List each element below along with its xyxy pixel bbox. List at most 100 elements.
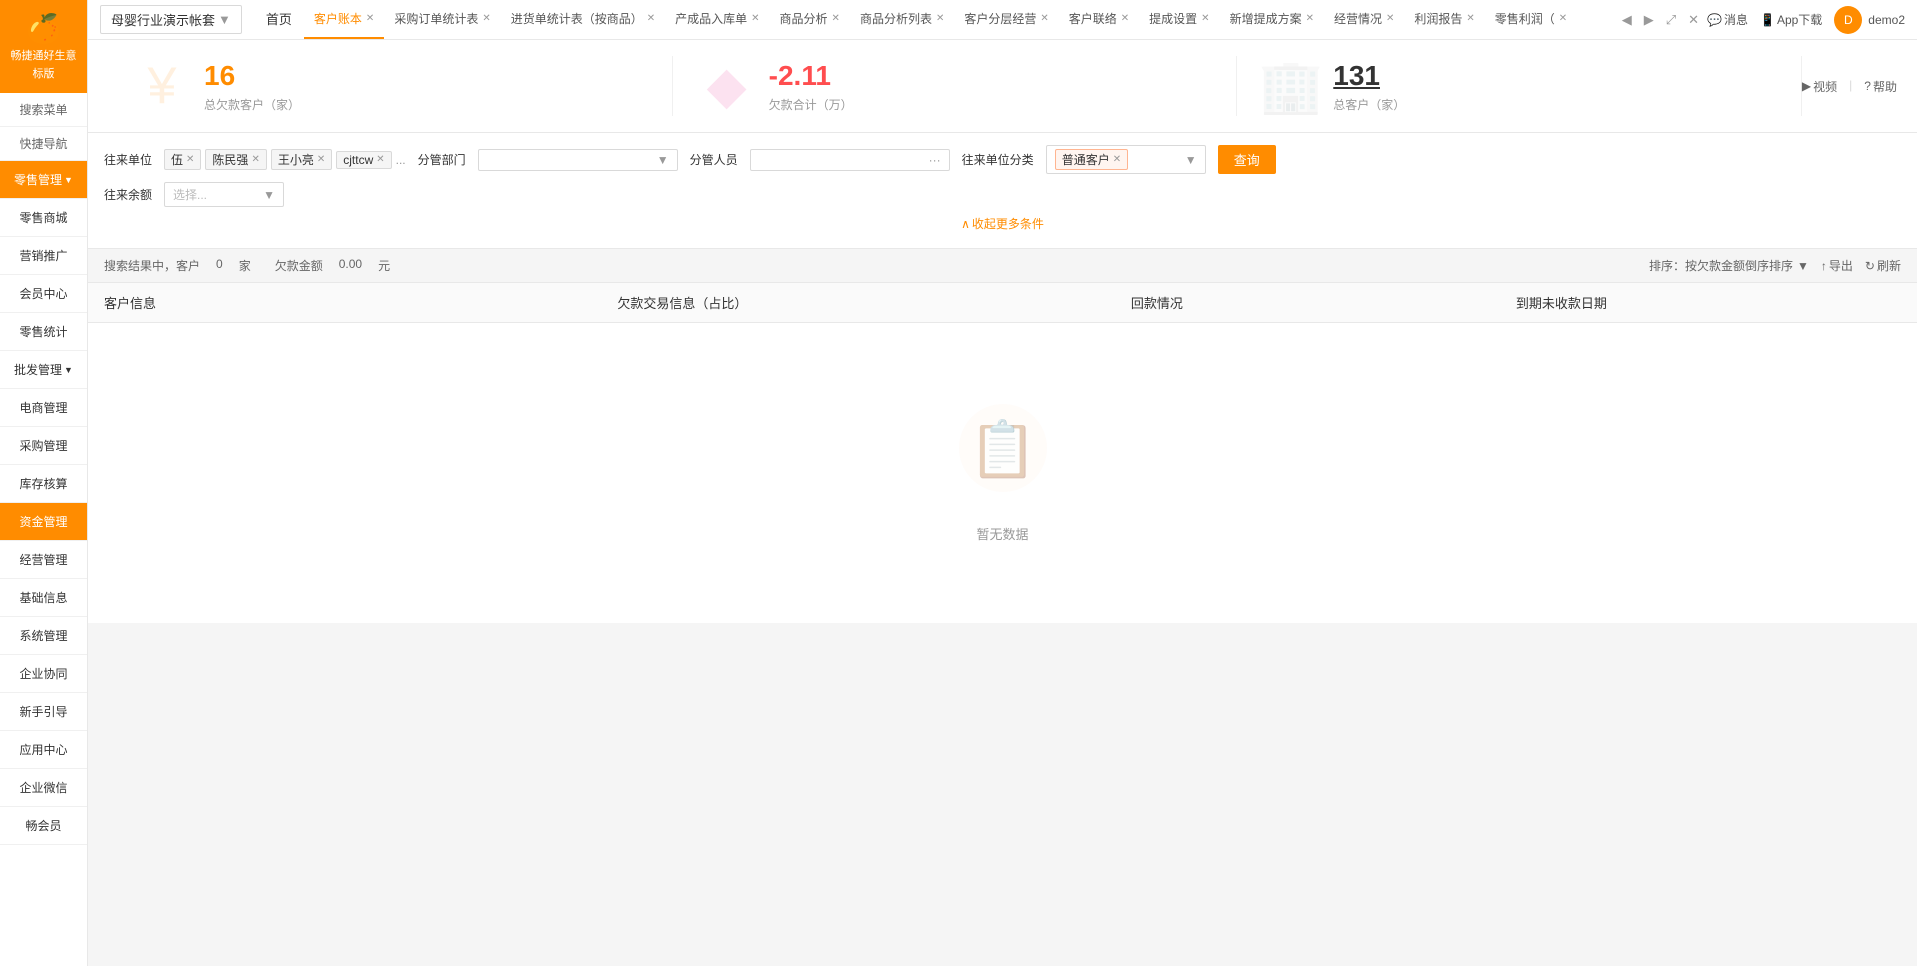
close-icon[interactable]: ✕ [647,13,655,24]
tab-product-in[interactable]: 产成品入库单 ✕ [665,1,769,39]
sidebar-item-enterprise[interactable]: 企业协同 [0,655,87,693]
sidebar-search[interactable]: 搜索菜单 [0,93,87,127]
tab-goods-analysis[interactable]: 商品分析 ✕ [770,1,850,39]
tab-scroll-left[interactable]: ◀ [1618,12,1636,28]
tab-purchase-order[interactable]: 采购订单统计表 ✕ [384,1,500,39]
close-icon[interactable]: ✕ [317,154,325,165]
sidebar-item-basic-info[interactable]: 基础信息 [0,579,87,617]
tab-customer-segment[interactable]: 客户分层经营 ✕ [954,1,1058,39]
app-download-btn[interactable]: 📱 App下载 [1760,11,1822,28]
sidebar-item-member-vip[interactable]: 畅会员 [0,807,87,845]
currency-icon: ¥ [132,56,192,116]
tab-customer[interactable]: 客户账本 ✕ [304,1,384,39]
tab-goods-analysis-list[interactable]: 商品分析列表 ✕ [850,1,954,39]
filter-tag-0[interactable]: 伍 ✕ [164,149,201,170]
unit-class-select[interactable]: 普通客户 ✕ ▼ [1046,145,1206,174]
sidebar-quick-nav[interactable]: 快捷导航 [0,127,87,161]
close-icon[interactable]: ✕ [1559,13,1567,24]
tab-customer-contact[interactable]: 客户联络 ✕ [1059,1,1139,39]
stat-number-total: 131 [1333,60,1777,92]
sidebar-item-wholesale[interactable]: 批发管理 ▼ [0,351,87,389]
app-download-label: App下载 [1777,11,1822,28]
close-icon[interactable]: ✕ [251,154,259,165]
result-amount-unit: 元 [378,257,390,274]
sidebar-item-purchase[interactable]: 采购管理 [0,427,87,465]
person-select[interactable]: ··· [750,149,950,171]
tab-scroll-right[interactable]: ▶ [1640,12,1658,28]
tab-maximize[interactable]: ⤢ [1662,12,1680,28]
dept-select[interactable]: ▼ [478,149,678,171]
close-icon[interactable]: ✕ [1466,13,1474,24]
ellipsis-btn[interactable]: ··· [929,153,941,167]
message-btn[interactable]: 💬 消息 [1707,11,1748,28]
topbar: 母婴行业演示帐套 ▼ 首页 客户账本 ✕ 采购订单统计表 ✕ 进货单统计表（按商… [88,0,1917,40]
tab-stock-in[interactable]: 进货单统计表（按商品） ✕ [501,1,665,39]
tab-close-all[interactable]: ✕ [1684,12,1703,28]
query-button[interactable]: 查询 [1218,145,1276,174]
refresh-btn[interactable]: ↻ 刷新 [1865,257,1901,274]
balance-select[interactable]: 选择... ▼ [164,182,284,207]
sidebar-item-enterprise-wx[interactable]: 企业微信 [0,769,87,807]
tab-label: 新增提成方案 [1230,10,1302,27]
svg-text:📋: 📋 [968,418,1036,481]
result-prefix: 搜索结果中，客户 [104,257,200,274]
tab-retail-profit[interactable]: 零售利润（ ✕ [1485,1,1577,39]
sidebar-item-label: 批发管理 [14,361,62,378]
chevron-down-icon: ▼ [218,12,231,27]
sidebar-item-retail-stat[interactable]: 零售统计 [0,313,87,351]
sidebar-item-new-guide[interactable]: 新手引导 [0,693,87,731]
chevron-down-icon: ▼ [657,153,669,167]
close-icon[interactable]: ✕ [482,13,490,24]
close-icon[interactable]: ✕ [366,13,374,24]
close-icon[interactable]: ✕ [832,13,840,24]
export-btn[interactable]: ↑ 导出 [1821,257,1853,274]
sidebar-logo[interactable]: 🍊 畅捷通好生意 标版 [0,0,87,93]
page-header-links: ▶ 视频 | ? 帮助 [1802,78,1897,95]
sidebar-item-inventory[interactable]: 库存核算 [0,465,87,503]
tab-label: 客户账本 [314,10,362,27]
sidebar-item-app-center[interactable]: 应用中心 [0,731,87,769]
sidebar-item-operation-mgmt[interactable]: 经营管理 [0,541,87,579]
tab-raise-settings[interactable]: 提成设置 ✕ [1139,1,1219,39]
sidebar-item-ecommerce[interactable]: 电商管理 [0,389,87,427]
stat-info-total: 131 总客户（家） [1333,60,1777,113]
message-icon: 💬 [1707,13,1722,27]
video-link[interactable]: ▶ 视频 [1802,78,1837,95]
sidebar-item-member[interactable]: 会员中心 [0,275,87,313]
close-icon[interactable]: ✕ [1386,13,1394,24]
close-icon[interactable]: ✕ [1113,154,1121,165]
filter-tag-3[interactable]: cjttcw ✕ [336,151,391,169]
sidebar-item-system[interactable]: 系统管理 [0,617,87,655]
close-icon[interactable]: ✕ [1121,13,1129,24]
user-menu-btn[interactable]: D demo2 [1834,6,1905,34]
filter-label-unit: 往来单位 [104,151,152,168]
filter-tag-1[interactable]: 陈民强 ✕ [205,149,266,170]
tab-operation[interactable]: 经营情况 ✕ [1324,1,1404,39]
tab-new-raise-plan[interactable]: 新增提成方案 ✕ [1220,1,1324,39]
more-tags-btn[interactable]: ... [396,153,406,167]
empty-state: 📋 暂无数据 [88,323,1917,623]
filter-tag-2[interactable]: 王小亮 ✕ [271,149,332,170]
close-icon[interactable]: ✕ [1040,13,1048,24]
close-icon[interactable]: ✕ [1201,13,1209,24]
help-link[interactable]: ? 帮助 [1864,78,1897,95]
stat-label-debt: 欠款合计（万） [769,96,1213,113]
close-icon[interactable]: ✕ [751,13,759,24]
sidebar-item-finance[interactable]: 资金管理 [0,503,87,541]
sidebar-item-retail-mall[interactable]: 零售商城 [0,199,87,237]
tab-profit-report[interactable]: 利润报告 ✕ [1404,1,1484,39]
stat-info-customers: 16 总欠款客户（家） [204,60,648,113]
close-icon[interactable]: ✕ [186,154,194,165]
close-icon[interactable]: ✕ [376,154,384,165]
sidebar-item-retail[interactable]: 零售管理 ▼ [0,161,87,199]
sidebar-item-marketing[interactable]: 营销推广 [0,237,87,275]
close-icon[interactable]: ✕ [1306,13,1314,24]
collapse-btn[interactable]: ∧ 收起更多条件 [104,215,1901,232]
sort-select[interactable]: 排序：按欠款金额倒序排序 ▼ [1649,257,1809,274]
unit-class-tag-0[interactable]: 普通客户 ✕ [1055,149,1128,170]
filter-row-1: 往来单位 伍 ✕ 陈民强 ✕ 王小亮 ✕ [104,145,1901,174]
close-icon[interactable]: ✕ [936,13,944,24]
tab-home[interactable]: 首页 [254,1,304,39]
account-dropdown[interactable]: 母婴行业演示帐套 ▼ [100,5,242,34]
result-actions: 排序：按欠款金额倒序排序 ▼ ↑ 导出 ↻ 刷新 [1649,257,1901,274]
